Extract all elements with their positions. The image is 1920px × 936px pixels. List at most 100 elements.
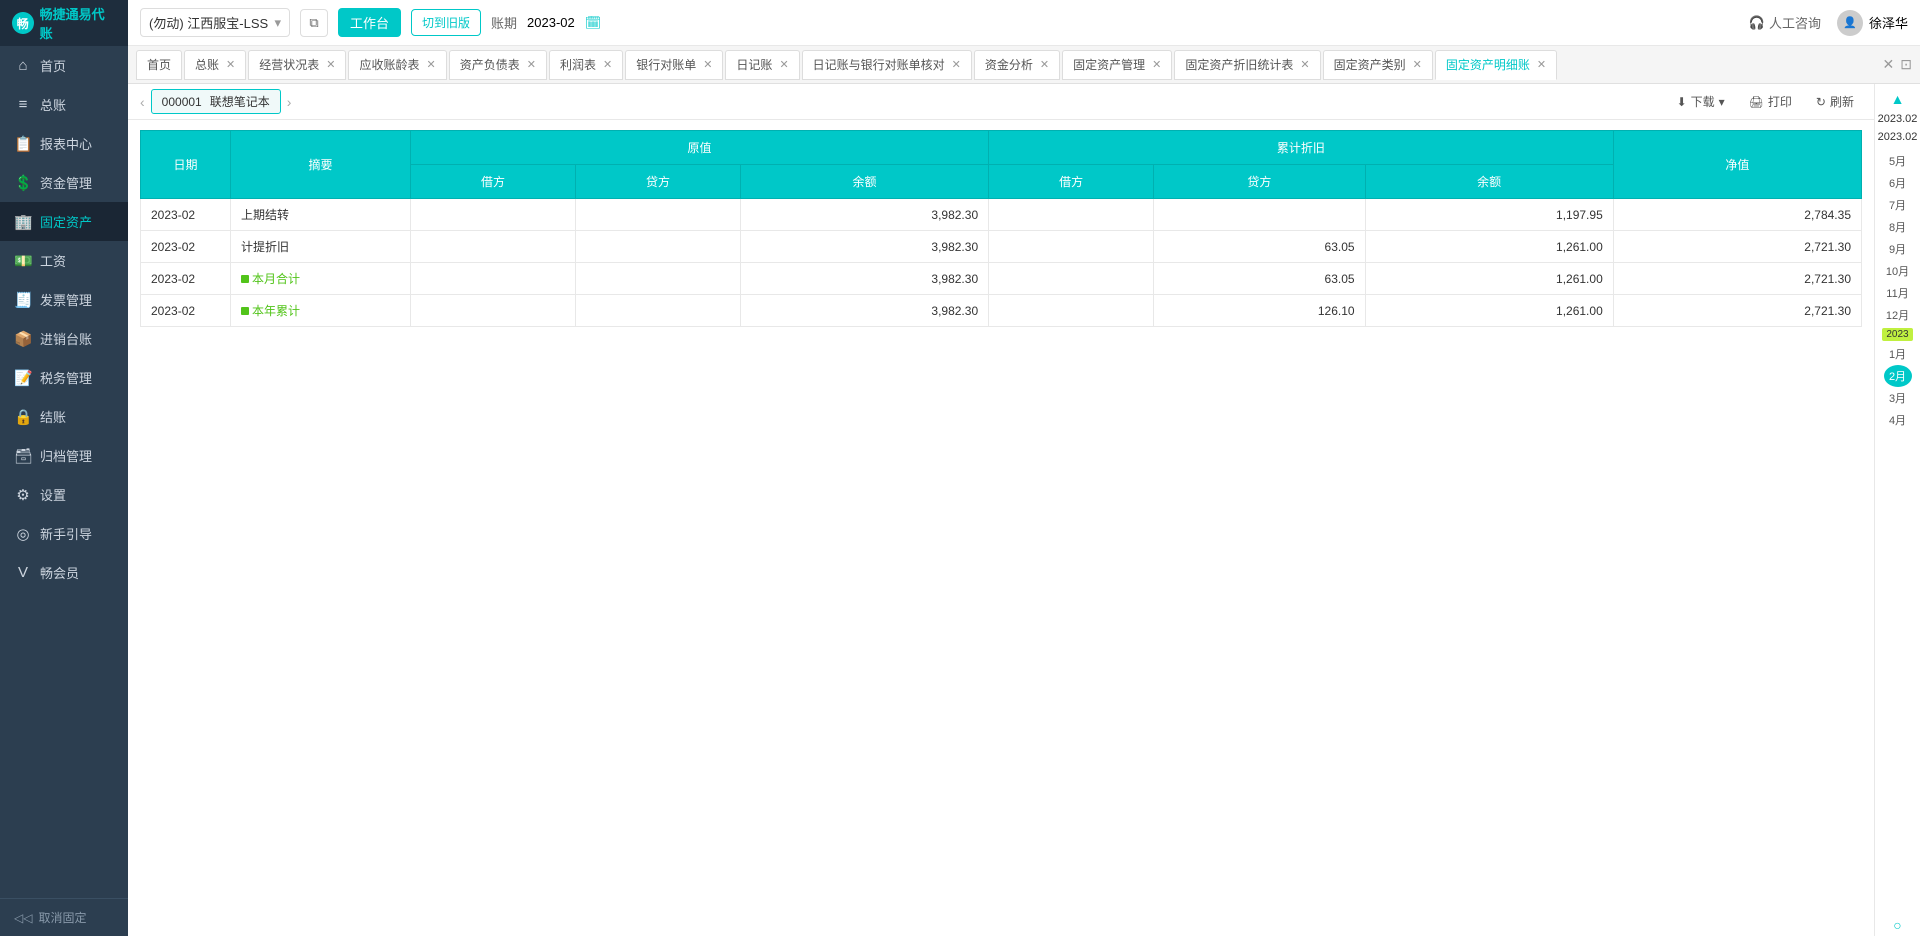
- cell-orig-balance: 3,982.30: [740, 231, 988, 263]
- cell-dep-debit: [989, 199, 1154, 231]
- tab-profit[interactable]: 利润表 ✕: [549, 50, 623, 80]
- tab-fixed-detail[interactable]: 固定资产明细账 ✕: [1435, 50, 1557, 80]
- close-all-icon[interactable]: ✕: [1883, 56, 1895, 73]
- print-button[interactable]: 🖨 打印: [1741, 89, 1800, 114]
- tab-receivable[interactable]: 应收账龄表 ✕: [348, 50, 446, 80]
- tab-close-icon[interactable]: ✕: [779, 58, 788, 71]
- tab-close-icon[interactable]: ✕: [1537, 58, 1546, 71]
- cell-orig-debit: [411, 295, 576, 327]
- sidebar-item-settings[interactable]: ⚙ 设置: [0, 475, 128, 514]
- asset-tag[interactable]: 000001 联想笔记本: [151, 89, 281, 114]
- month-10[interactable]: 10月: [1875, 260, 1920, 282]
- tab-fixed-dep[interactable]: 固定资产折旧统计表 ✕: [1174, 50, 1320, 80]
- cell-net-value: 2,784.35: [1613, 199, 1861, 231]
- sidebar-item-label: 设置: [40, 485, 66, 504]
- tab-ledger[interactable]: 总账 ✕: [184, 50, 246, 80]
- tab-close-icon[interactable]: ✕: [703, 58, 712, 71]
- subnav: ‹ 000001 联想笔记本 › ⬇ 下载 ▾ 🖨 打印: [128, 84, 1874, 120]
- tab-fixed-cat[interactable]: 固定资产类别 ✕: [1323, 50, 1433, 80]
- month-3[interactable]: 3月: [1875, 387, 1920, 409]
- cell-orig-balance: 3,982.30: [740, 295, 988, 327]
- workbench-button[interactable]: 工作台: [338, 8, 401, 37]
- tab-close-icon[interactable]: ✕: [1413, 58, 1422, 71]
- tab-close-icon[interactable]: ✕: [427, 58, 436, 71]
- tab-balance[interactable]: 资产负债表 ✕: [449, 50, 547, 80]
- cell-orig-credit: [575, 199, 740, 231]
- sidebar: 畅 畅捷通易代账 ⌂ 首页 ≡ 总账 📋 报表中心 💲 资金管理 🏢 固定资产 …: [0, 0, 128, 936]
- tab-label: 经营状况表: [259, 56, 319, 73]
- tab-ops[interactable]: 经营状况表 ✕: [248, 50, 346, 80]
- tab-label: 总账: [195, 56, 219, 73]
- sidebar-item-fixed-assets[interactable]: 🏢 固定资产: [0, 202, 128, 241]
- table-row: 2023-02 计提折旧 3,982.30 63.05 1,261.00 2,7…: [141, 231, 1862, 263]
- cell-dep-balance: 1,197.95: [1365, 199, 1613, 231]
- sidebar-item-guide[interactable]: ◎ 新手引导: [0, 514, 128, 553]
- month-5[interactable]: 5月: [1875, 150, 1920, 172]
- company-selector[interactable]: (勿动) 江西服宝-LSS ▾: [140, 8, 290, 37]
- sidebar-item-ledger[interactable]: ≡ 总账: [0, 85, 128, 124]
- switch-version-button[interactable]: 切到旧版: [411, 9, 481, 36]
- tab-close-icon[interactable]: ✕: [1040, 58, 1049, 71]
- month-8[interactable]: 8月: [1875, 216, 1920, 238]
- username: 徐泽华: [1869, 13, 1908, 32]
- month-12[interactable]: 12月: [1875, 304, 1920, 326]
- tab-fixed-mgmt[interactable]: 固定资产管理 ✕: [1062, 50, 1172, 80]
- help-button[interactable]: 🎧 人工咨询: [1749, 13, 1821, 32]
- tab-journal[interactable]: 日记账 ✕: [725, 50, 799, 80]
- tab-close-icon[interactable]: ✕: [1152, 58, 1161, 71]
- sidebar-item-member[interactable]: V 畅会员: [0, 553, 128, 592]
- sidebar-item-capital[interactable]: 💲 资金管理: [0, 163, 128, 202]
- year-label-2023-02-top[interactable]: 2023.02: [1875, 110, 1920, 128]
- month-6[interactable]: 6月: [1875, 172, 1920, 194]
- refresh-button[interactable]: ↻ 刷新: [1808, 89, 1862, 114]
- sidebar-item-close[interactable]: 🔒 结账: [0, 397, 128, 436]
- tab-label: 固定资产折旧统计表: [1185, 56, 1293, 73]
- cell-orig-debit: [411, 231, 576, 263]
- tab-fund-analysis[interactable]: 资金分析 ✕: [974, 50, 1060, 80]
- copy-button[interactable]: ⧉: [300, 9, 328, 37]
- tab-bank[interactable]: 银行对账单 ✕: [625, 50, 723, 80]
- col-accumulated-dep: 累计折旧: [989, 131, 1614, 165]
- sidebar-item-purchase-sale[interactable]: 📦 进销台账: [0, 319, 128, 358]
- sidebar-item-invoice[interactable]: 🧾 发票管理: [0, 280, 128, 319]
- user-menu[interactable]: 👤 徐泽华: [1837, 10, 1908, 36]
- next-arrow-icon[interactable]: ›: [287, 94, 292, 110]
- download-button[interactable]: ⬇ 下载 ▾: [1669, 89, 1733, 114]
- prev-arrow-icon[interactable]: ‹: [140, 94, 145, 110]
- sidebar-item-salary[interactable]: 💵 工资: [0, 241, 128, 280]
- tab-close-icon[interactable]: ✕: [326, 58, 335, 71]
- home-icon: ⌂: [14, 57, 32, 74]
- calendar-icon[interactable]: 🗓: [585, 15, 602, 31]
- sidebar-item-archive[interactable]: 🗃 归档管理: [0, 436, 128, 475]
- month-9[interactable]: 9月: [1875, 238, 1920, 260]
- tab-journal-bank[interactable]: 日记账与银行对账单核对 ✕: [802, 50, 972, 80]
- month-11[interactable]: 11月: [1875, 282, 1920, 304]
- tab-home[interactable]: 首页: [136, 50, 182, 80]
- year-panel: ▲ 2023.02 2023.02 5月 6月 7月 8月 9月 10月 11月…: [1874, 84, 1920, 936]
- month-4[interactable]: 4月: [1875, 409, 1920, 431]
- sidebar-item-label: 税务管理: [40, 368, 92, 387]
- month-1[interactable]: 1月: [1875, 343, 1920, 365]
- maximize-icon[interactable]: ⊡: [1900, 56, 1912, 73]
- sidebar-item-home[interactable]: ⌂ 首页: [0, 46, 128, 85]
- tab-close-icon[interactable]: ✕: [1300, 58, 1309, 71]
- tab-close-icon[interactable]: ✕: [952, 58, 961, 71]
- year-label-2023-02-dup[interactable]: 2023.02: [1875, 128, 1920, 146]
- summary-tag: 本月合计: [241, 270, 300, 287]
- cell-dep-debit: [989, 231, 1154, 263]
- cell-dep-credit: 126.10: [1154, 295, 1365, 327]
- tab-label: 资金分析: [985, 56, 1033, 73]
- cell-dep-balance: 1,261.00: [1365, 263, 1613, 295]
- month-2-active[interactable]: 2月: [1884, 365, 1912, 387]
- cancel-fixed-btn[interactable]: ◁◁ 取消固定: [0, 898, 128, 936]
- sidebar-item-reports[interactable]: 📋 报表中心: [0, 124, 128, 163]
- sidebar-item-tax[interactable]: 📝 税务管理: [0, 358, 128, 397]
- tab-close-icon[interactable]: ✕: [527, 58, 536, 71]
- tab-close-icon[interactable]: ✕: [603, 58, 612, 71]
- fixed-assets-icon: 🏢: [14, 213, 32, 231]
- scroll-up-button[interactable]: ▲: [1888, 88, 1908, 110]
- month-7[interactable]: 7月: [1875, 194, 1920, 216]
- tab-close-icon[interactable]: ✕: [226, 58, 235, 71]
- scroll-down-button[interactable]: ○: [1890, 914, 1904, 936]
- refresh-label: 刷新: [1830, 93, 1854, 110]
